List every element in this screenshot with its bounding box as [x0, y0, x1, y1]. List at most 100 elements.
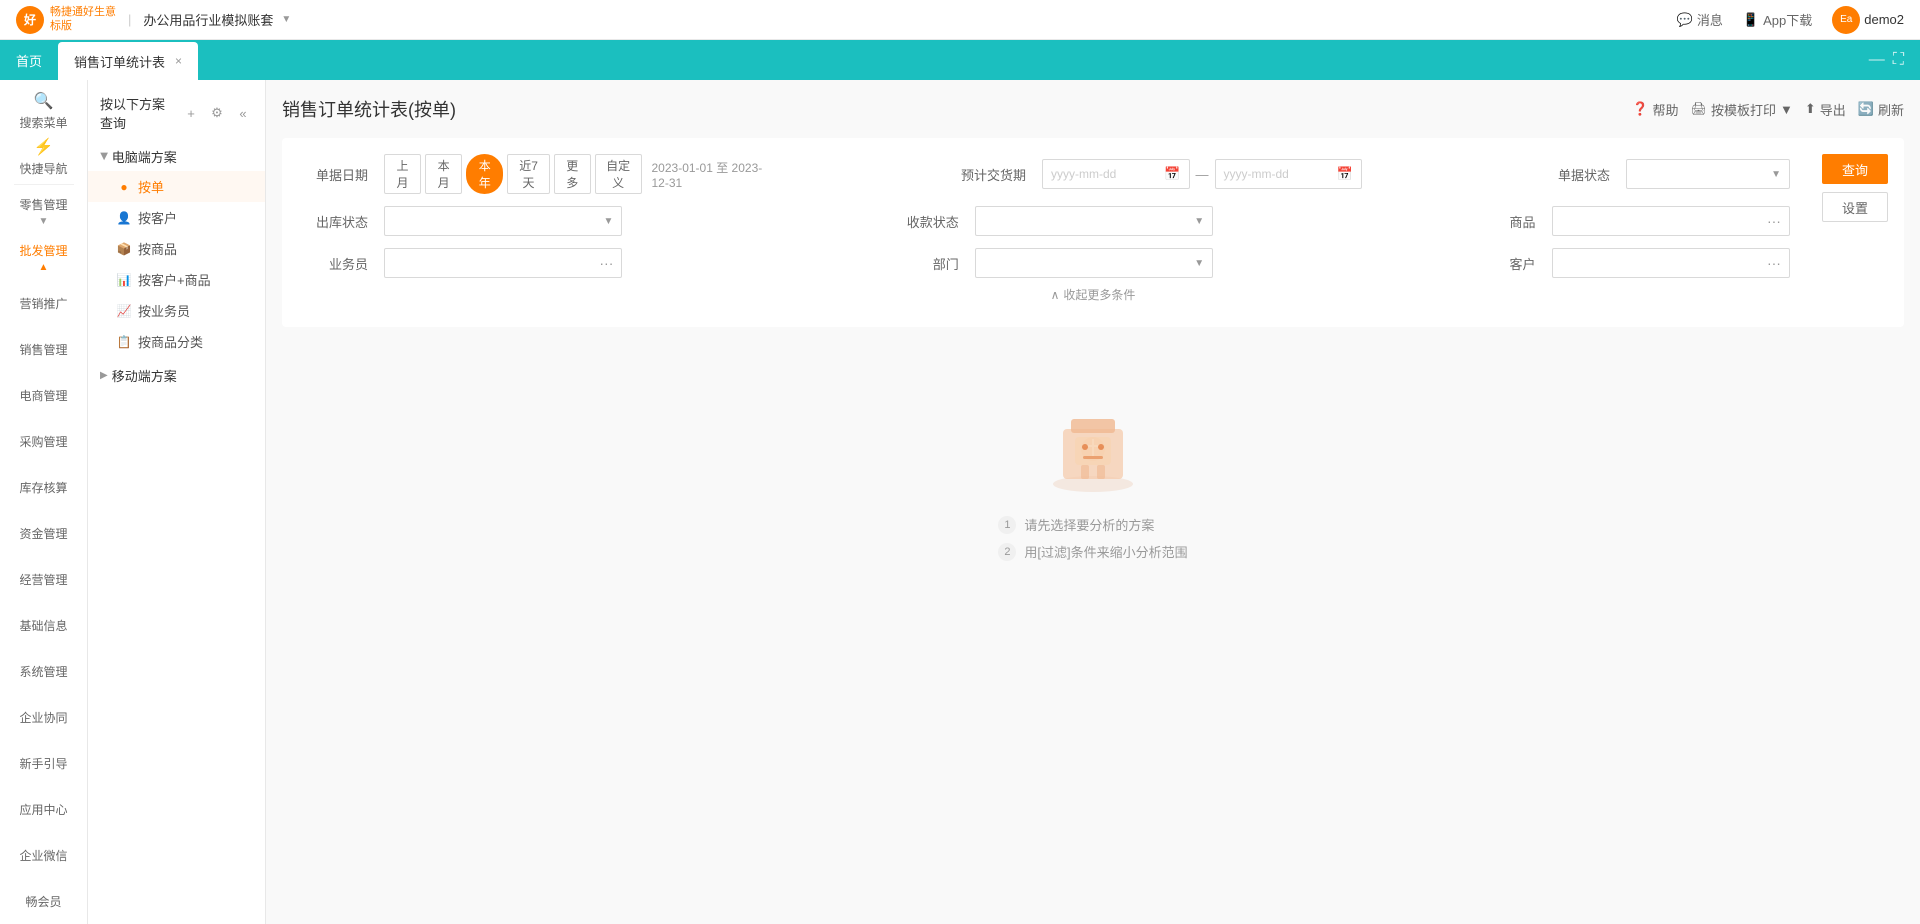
user-area[interactable]: Ea demo2	[1832, 6, 1904, 34]
sidebar-item-purchase[interactable]: 采购管理	[0, 419, 87, 465]
scheme-item-label: 按商品分类	[138, 332, 203, 351]
tab-maximize-icon[interactable]: ⛶	[1893, 51, 1904, 69]
outbound-status-select[interactable]: ▼	[384, 206, 622, 236]
phone-icon: 📱	[1743, 12, 1759, 28]
refresh-icon: 🔄	[1858, 101, 1874, 117]
payment-status-select[interactable]: ▼	[975, 206, 1213, 236]
page-actions: ❓ 帮助 🖨 按模板打印 ▼ ⬆ 导出 🔄 刷新	[1632, 100, 1904, 119]
scheme-item-label: 按单	[138, 177, 164, 196]
scheme-item-by-category[interactable]: 📋 按商品分类	[88, 326, 265, 357]
department-select[interactable]: ▼	[975, 248, 1213, 278]
setting-button[interactable]: 设置	[1822, 192, 1888, 222]
date-btn-this-month[interactable]: 本月	[425, 154, 462, 194]
expected-date-to-input[interactable]: yyyy-mm-dd 📅	[1215, 159, 1363, 189]
expected-date-label: 预计交货期	[942, 165, 1026, 184]
mobile-group-arrow-icon: ▶	[100, 370, 108, 381]
calendar-from-icon: 📅	[1164, 166, 1180, 182]
sidebar-item-retail[interactable]: 零售管理 ▼	[0, 189, 87, 235]
goods-dots-icon[interactable]: ···	[1767, 213, 1781, 229]
collapse-panel-button[interactable]: «	[233, 103, 253, 123]
scheme-item-by-salesperson[interactable]: 📈 按业务员	[88, 295, 265, 326]
tab-bar-right: — ⛶	[1869, 51, 1920, 69]
expected-date-from-input[interactable]: yyyy-mm-dd 📅	[1042, 159, 1190, 189]
filter-row-3: 业务员 ··· 部门 ▼	[298, 248, 1790, 278]
sidebar-item-inventory[interactable]: 库存核算	[0, 465, 87, 511]
by-customer-icon: 👤	[116, 210, 132, 226]
date-separator: —	[1196, 167, 1209, 182]
date-btn-this-year[interactable]: 本年	[466, 154, 503, 194]
customer-dots-icon[interactable]: ···	[1767, 255, 1781, 271]
customer-select[interactable]: ···	[1552, 248, 1790, 278]
hint-num-1: 1	[998, 516, 1016, 534]
by-customer-goods-icon: 📊	[116, 272, 132, 288]
help-button[interactable]: ❓ 帮助	[1632, 100, 1678, 119]
tab-close-icon[interactable]: ×	[175, 54, 182, 68]
tab-minimize-icon[interactable]: —	[1869, 51, 1885, 69]
sidebar-item-enterprise-coop[interactable]: 企业协同	[0, 694, 87, 740]
status-select[interactable]: ▼	[1626, 159, 1790, 189]
filter-main-content: 单据日期 上月 本月 本年 近7天 更多 自定义 2023-01-01 至 20…	[298, 154, 1888, 278]
page-title-text: 销售订单统计表(按单)	[282, 96, 456, 122]
sidebar-item-new-user[interactable]: 新手引导	[0, 740, 87, 786]
app-title: 办公用品行业模拟账套	[143, 10, 273, 29]
message-button[interactable]: 💬 消息	[1677, 10, 1723, 29]
mobile-scheme-group-header[interactable]: ▶ 移动端方案	[88, 361, 265, 390]
logo-area: 好 畅捷通好生意 标版	[16, 6, 116, 34]
filter-fields: 单据日期 上月 本月 本年 近7天 更多 自定义 2023-01-01 至 20…	[298, 154, 1790, 278]
template-print-button[interactable]: 🖨 按模板打印 ▼	[1690, 100, 1792, 119]
filter-row-1: 单据日期 上月 本月 本年 近7天 更多 自定义 2023-01-01 至 20…	[298, 154, 1790, 194]
tab-sales-order-stats[interactable]: 销售订单统计表 ×	[58, 42, 198, 80]
salesperson-dots-icon[interactable]: ···	[599, 255, 613, 271]
scheme-item-by-goods[interactable]: 📦 按商品	[88, 233, 265, 264]
query-button[interactable]: 查询	[1822, 154, 1888, 184]
sidebar-item-system[interactable]: 系统管理	[0, 648, 87, 694]
sidebar-item-marketing[interactable]: 营销推广	[0, 281, 87, 327]
scheme-item-by-order[interactable]: ● 按单	[88, 171, 265, 202]
export-icon: ⬆	[1805, 101, 1816, 117]
sidebar-item-operations[interactable]: 经营管理	[0, 556, 87, 602]
salesperson-select[interactable]: ···	[384, 248, 622, 278]
setting-scheme-button[interactable]: ⚙	[207, 103, 227, 123]
pc-scheme-group-header[interactable]: ▶ 电脑端方案	[88, 142, 265, 171]
empty-hints: 1 请先选择要分析的方案 2 用[过滤]条件来缩小分析范围	[998, 515, 1187, 561]
filter-row-2: 出库状态 ▼ 收款状态 ▼	[298, 206, 1790, 236]
payment-dropdown-icon: ▼	[1194, 216, 1204, 227]
sidebar-item-quick-nav[interactable]: ⚡ 快捷导航	[0, 134, 87, 180]
sidebar-item-member[interactable]: 畅会员	[0, 878, 87, 924]
by-category-icon: 📋	[116, 334, 132, 350]
tab-home[interactable]: 首页	[0, 40, 58, 80]
wholesale-arrow-icon: ▲	[39, 262, 49, 273]
print-dropdown-icon: ▼	[1780, 102, 1793, 117]
app-title-dropdown-icon[interactable]: ▼	[281, 14, 291, 25]
top-bar-right: 💬 消息 📱 App下载 Ea demo2	[1677, 6, 1904, 34]
refresh-button[interactable]: 🔄 刷新	[1858, 100, 1904, 119]
date-btn-last-month[interactable]: 上月	[384, 154, 421, 194]
print-icon: 🖨	[1690, 101, 1707, 117]
status-dropdown-icon: ▼	[1771, 169, 1781, 180]
date-btn-more[interactable]: 更多	[554, 154, 591, 194]
collapse-more-button[interactable]: ∧ 收起更多条件	[298, 278, 1888, 311]
sidebar-item-enterprise-wechat[interactable]: 企业微信	[0, 832, 87, 878]
sidebar-item-sales[interactable]: 销售管理	[0, 327, 87, 373]
payment-status-label: 收款状态	[875, 212, 959, 231]
sidebar-item-finance[interactable]: 资金管理	[0, 511, 87, 557]
sidebar-item-basic-info[interactable]: 基础信息	[0, 602, 87, 648]
logo-text: 畅捷通好生意 标版	[50, 6, 116, 32]
empty-hint-1: 1 请先选择要分析的方案	[998, 515, 1187, 534]
sidebar-item-search-menu[interactable]: 🔍 搜索菜单	[0, 88, 87, 134]
expected-date-area: yyyy-mm-dd 📅 — yyyy-mm-dd 📅	[1042, 159, 1362, 189]
goods-select[interactable]: ···	[1552, 206, 1790, 236]
add-scheme-button[interactable]: +	[181, 103, 201, 123]
salesperson-label: 业务员	[298, 254, 368, 273]
date-btn-custom[interactable]: 自定义	[595, 154, 642, 194]
pc-group-arrow-icon: ▶	[98, 153, 109, 161]
scheme-item-by-customer-goods[interactable]: 📊 按客户+商品	[88, 264, 265, 295]
retail-arrow-icon: ▼	[39, 216, 49, 227]
scheme-item-by-customer[interactable]: 👤 按客户	[88, 202, 265, 233]
sidebar-item-ecommerce[interactable]: 电商管理	[0, 373, 87, 419]
app-download-button[interactable]: 📱 App下载	[1743, 10, 1812, 29]
date-btn-last-7-days[interactable]: 近7天	[507, 154, 549, 194]
sidebar-item-wholesale[interactable]: 批发管理 ▲	[0, 235, 87, 281]
export-button[interactable]: ⬆ 导出	[1805, 100, 1846, 119]
sidebar-item-app-center[interactable]: 应用中心	[0, 786, 87, 832]
